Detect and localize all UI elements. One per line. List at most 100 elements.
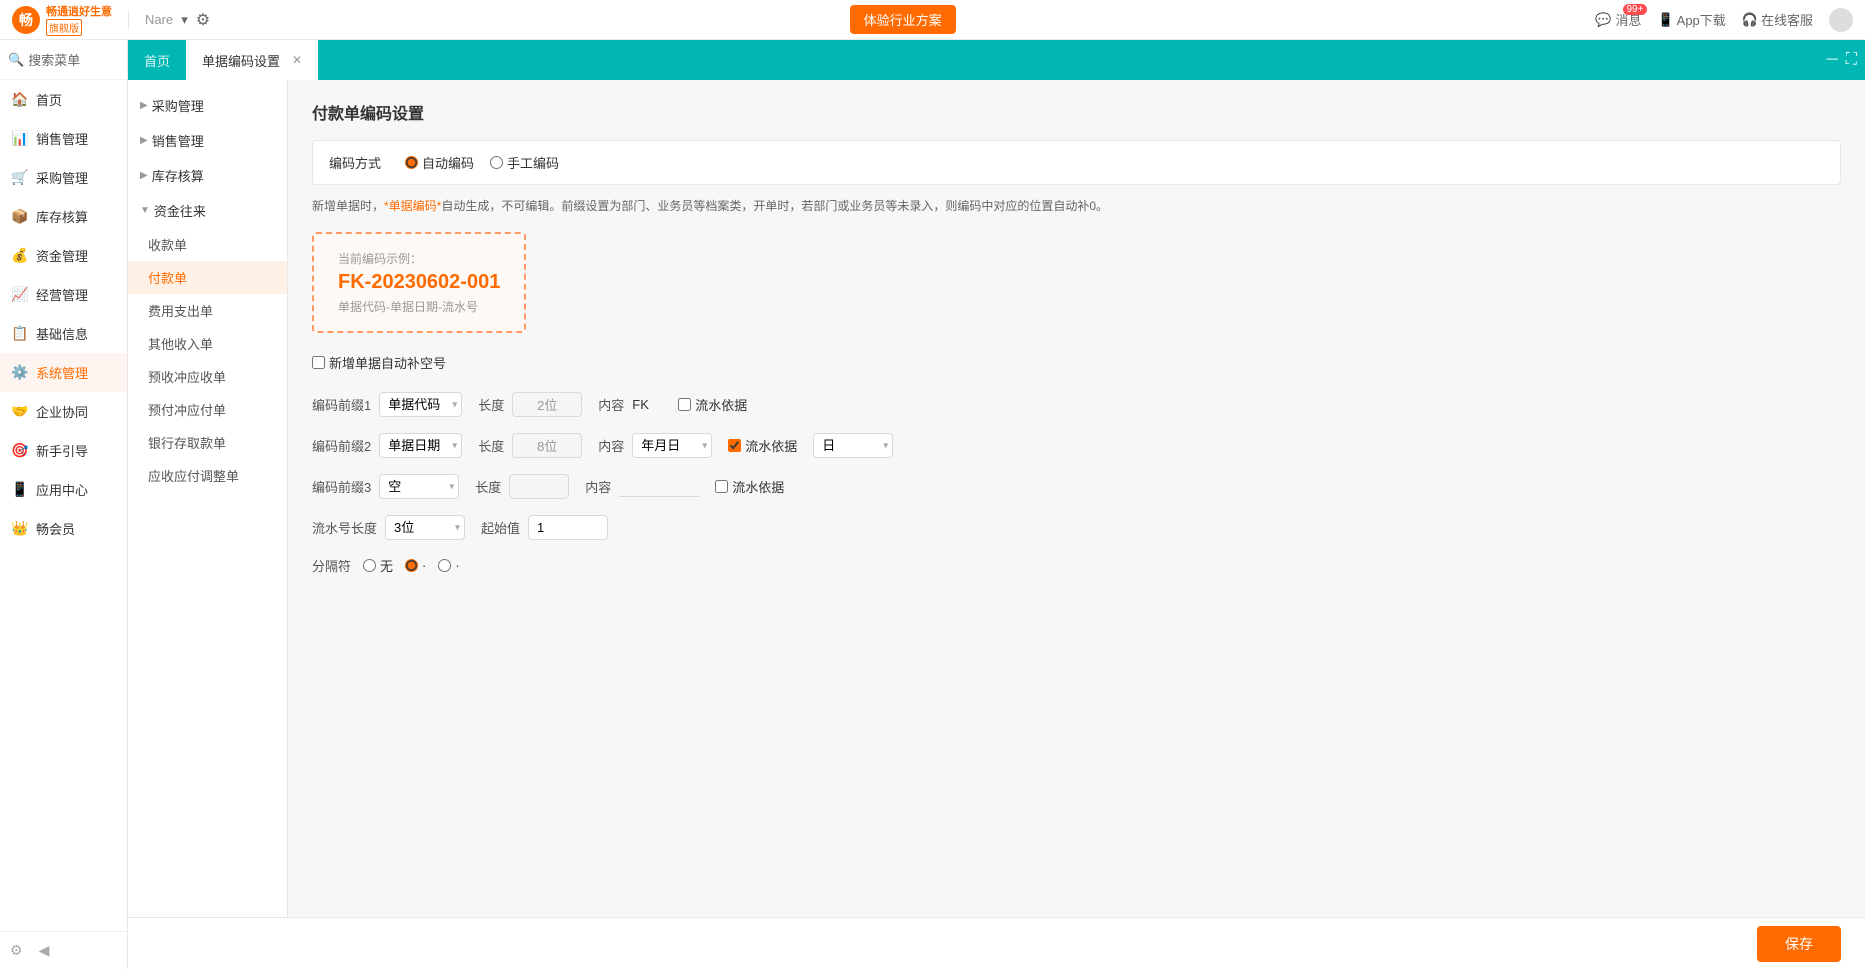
settings-icon[interactable]: ⚙ (196, 10, 210, 30)
prefix3-select[interactable]: 空 (388, 479, 414, 494)
prefix3-select-wrapper[interactable]: 空 ▾ (379, 474, 459, 499)
nav-group-funds-header[interactable]: ▼ 资金往来 (128, 193, 287, 228)
tab-maximize-icon[interactable]: ⛶ (1846, 51, 1857, 69)
separator-dot2-radio[interactable] (438, 559, 451, 572)
sidebar-item-member[interactable]: 👑 畅会员 (0, 509, 127, 548)
stream2-unit-select-wrapper[interactable]: 日 ▾ (813, 433, 893, 458)
nav-item-pre-payable[interactable]: 预付冲应付单 (128, 393, 287, 426)
collapse-icon[interactable]: ◀ (39, 942, 50, 959)
sales-icon: 📊 (12, 131, 28, 147)
stream2-checkbox[interactable] (728, 439, 741, 452)
sidebar-item-inventory[interactable]: 📦 库存核算 (0, 197, 127, 236)
app-download[interactable]: 📱 App下载 (1657, 10, 1725, 29)
length1-input (512, 392, 582, 417)
top-bar: 畅 畅通逍好生意 旗舰版 Nare ▾ ⚙ 体验行业方案 💬 消息 99+ 📱 … (0, 0, 1865, 40)
separator-dot-radio[interactable] (405, 559, 418, 572)
sidebar-bottom: ⚙ ◀ (0, 931, 127, 969)
start-value-input[interactable]: 1 (528, 515, 608, 540)
manual-encode-radio[interactable] (490, 156, 503, 169)
stream2-checkbox-label[interactable]: 流水依据 (728, 436, 797, 455)
separator-label: 分隔符 (312, 556, 351, 575)
preview-box: 当前编码示例： FK-20230602-001 单据代码-单据日期-流水号 (312, 232, 526, 333)
nav-item-payment[interactable]: 付款单 (128, 261, 287, 294)
nav-item-other-income[interactable]: 其他收入单 (128, 327, 287, 360)
online-service[interactable]: 🎧 在线客服 (1742, 10, 1813, 29)
tab-home[interactable]: 首页 (128, 40, 186, 80)
workspace-dropdown[interactable]: ▾ (181, 12, 188, 28)
stream1-checkbox[interactable] (678, 398, 691, 411)
auto-fill-checkbox-label[interactable]: 新增单据自动补空号 (312, 353, 446, 372)
nav-group-sales-header[interactable]: ▶ 销售管理 (128, 123, 287, 158)
prefix1-select[interactable]: 单据代码 (388, 397, 453, 412)
tab-encoding[interactable]: 单据编码设置 ✕ (186, 40, 318, 80)
stream2-unit-select[interactable]: 日 (822, 438, 848, 453)
content2-select-wrapper[interactable]: 年月日 ▾ (632, 433, 712, 458)
sidebar-item-purchase[interactable]: 🛒 采购管理 (0, 158, 127, 197)
sidebar-item-finance[interactable]: 💰 资金管理 (0, 236, 127, 275)
serial-row: 流水号长度 3位 4位 5位 ▾ 起始值 1 (312, 515, 1841, 540)
save-button[interactable]: 保存 (1757, 926, 1841, 962)
nav-item-pre-receivable[interactable]: 预收冲应收单 (128, 360, 287, 393)
auto-fill-checkbox[interactable] (312, 356, 325, 369)
page-footer: 保存 (128, 917, 1865, 969)
content3-value (619, 477, 699, 497)
message-icon: 💬 (1595, 12, 1611, 28)
serial-length-select-wrapper[interactable]: 3位 4位 5位 ▾ (385, 515, 465, 540)
prefix2-select[interactable]: 单据日期 (388, 438, 453, 453)
prefix1-select-wrapper[interactable]: 单据代码 ▾ (379, 392, 462, 417)
sidebar-item-home[interactable]: 🏠 首页 (0, 80, 127, 119)
trial-button[interactable]: 体验行业方案 (850, 5, 956, 34)
nav-item-expense[interactable]: 费用支出单 (128, 294, 287, 327)
sidebar-item-appcenter[interactable]: 📱 应用中心 (0, 470, 127, 509)
sidebar-item-operation[interactable]: 📈 经营管理 (0, 275, 127, 314)
manual-encode-option[interactable]: 手工编码 (490, 153, 559, 172)
inventory-icon: 📦 (12, 209, 28, 225)
message-badge: 99+ (1623, 4, 1648, 15)
auto-encode-option[interactable]: 自动编码 (405, 153, 474, 172)
separator-row: 分隔符 无 · · (312, 556, 1841, 575)
user-avatar[interactable] (1829, 8, 1853, 32)
tab-close-icon[interactable]: ✕ (292, 53, 302, 67)
prefix1-field: 编码前缀1 单据代码 ▾ (312, 392, 462, 417)
sidebar-item-basic[interactable]: 📋 基础信息 (0, 314, 127, 353)
prefix2-select-wrapper[interactable]: 单据日期 ▾ (379, 433, 462, 458)
stream1-checkbox-label[interactable]: 流水依据 (678, 395, 747, 414)
nav-group-inventory-header[interactable]: ▶ 库存核算 (128, 158, 287, 193)
stream3-checkbox-label[interactable]: 流水依据 (715, 477, 784, 496)
message-area[interactable]: 💬 消息 99+ (1595, 10, 1641, 29)
sidebar-item-newguide[interactable]: 🎯 新手引导 (0, 431, 127, 470)
sidebar-item-sales[interactable]: 📊 销售管理 (0, 119, 127, 158)
nav-group-sales: ▶ 销售管理 (128, 123, 287, 158)
stream3-checkbox[interactable] (715, 480, 728, 493)
content2-select[interactable]: 年月日 (641, 438, 693, 453)
nav-item-receipt[interactable]: 收款单 (128, 228, 287, 261)
settings-bottom-icon[interactable]: ⚙ (10, 942, 23, 959)
prefix3-field: 编码前缀3 空 ▾ (312, 474, 459, 499)
sidebar-search[interactable]: 🔍 搜索菜单 (0, 40, 127, 80)
length2-label: 长度 (478, 436, 504, 455)
separator-dot2-option[interactable]: · (438, 558, 459, 573)
stream2-field: 流水依据 (728, 436, 797, 455)
page-title: 付款单编码设置 (312, 100, 1841, 124)
separator-none-radio[interactable] (363, 559, 376, 572)
prefix3-select-arrow: ▾ (449, 481, 454, 492)
separator-dot-option[interactable]: · (405, 558, 426, 573)
prefix1-label: 编码前缀1 (312, 395, 371, 414)
tab-minimize-icon[interactable]: ─ (1826, 51, 1837, 69)
purchase-icon: 🛒 (12, 170, 28, 186)
nav-group-purchase-header[interactable]: ▶ 采购管理 (128, 88, 287, 123)
sidebar-item-system[interactable]: ⚙️ 系统管理 (0, 353, 127, 392)
content-area: ▶ 采购管理 ▶ 销售管理 ▶ 库存核算 (128, 80, 1865, 917)
right-panel: 首页 单据编码设置 ✕ ─ ⛶ ▶ 采购管理 (128, 40, 1865, 969)
arrow-right-icon-3: ▶ (140, 170, 148, 181)
nav-item-adjustment[interactable]: 应收应付调整单 (128, 459, 287, 492)
nav-item-bank[interactable]: 银行存取款单 (128, 426, 287, 459)
separator-none-option[interactable]: 无 (363, 556, 393, 575)
sidebar-item-enterprise[interactable]: 🤝 企业协同 (0, 392, 127, 431)
tab-bar-actions: ─ ⛶ (1826, 51, 1865, 69)
stream2-unit-arrow: ▾ (883, 440, 888, 451)
auto-encode-radio[interactable] (405, 156, 418, 169)
length3-input (509, 474, 569, 499)
serial-length-select[interactable]: 3位 4位 5位 (394, 520, 427, 535)
appcenter-icon: 📱 (12, 482, 28, 498)
